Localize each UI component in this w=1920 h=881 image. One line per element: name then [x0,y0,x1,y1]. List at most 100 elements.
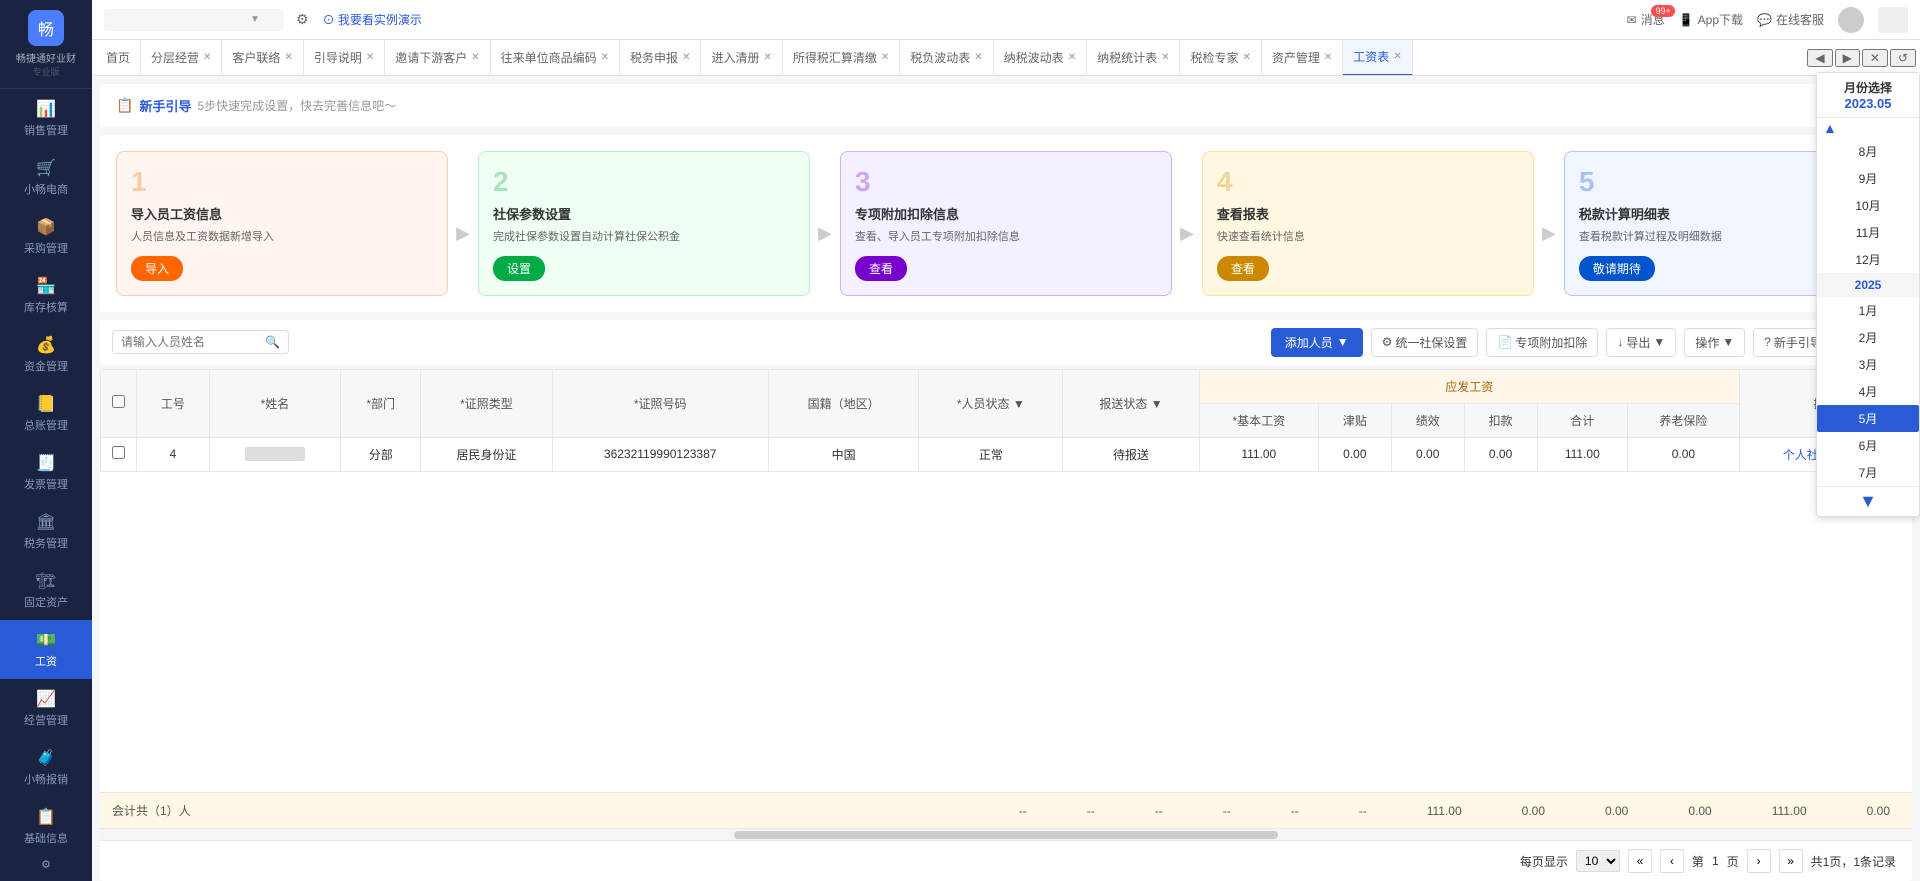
month-item-1月[interactable]: 1月 [1817,297,1919,324]
tab-close-btn[interactable]: ✕ [1243,52,1251,63]
demo-link[interactable]: 我要看实例演示 [323,11,422,28]
header-gear-icon[interactable]: ⚙ [296,11,309,28]
month-item-11月[interactable]: 11月 [1817,219,1919,246]
tab-close-btn[interactable]: ✕ [366,52,374,63]
tab-scroll-left[interactable]: ◀ [1807,49,1832,67]
sidebar-item-小畅电商[interactable]: 🛒 小畅电商 [0,148,92,207]
month-item-2025[interactable]: 2025 [1817,273,1919,297]
per-page-select[interactable]: 10 20 50 [1576,850,1620,872]
tab-scroll-right[interactable]: ▶ [1835,49,1860,67]
sidebar-item-库存核算[interactable]: 🏪 库存核算 [0,266,92,325]
online-service-btn[interactable]: 💬 在线客服 [1757,11,1824,28]
td-id-type: 居民身份证 [421,437,552,471]
tab-item-6[interactable]: 税务申报✕ [620,40,701,76]
tab-close-btn[interactable]: ✕ [1068,52,1076,63]
tab-item-0[interactable]: 首页 [96,40,141,76]
app-download-btn[interactable]: 📱 App下载 [1679,11,1743,28]
tab-item-14[interactable]: 工资表✕ [1343,40,1412,76]
tab-close-btn[interactable]: ✕ [1393,51,1401,62]
sidebar-item-发票管理[interactable]: 🧾 发票管理 [0,443,92,502]
step-action-btn[interactable]: 设置 [493,256,545,281]
action-dropdown-icon: ▼ [1722,335,1734,349]
month-item-9月[interactable]: 9月 [1817,165,1919,192]
user-menu[interactable] [1878,7,1908,33]
prev-page-btn[interactable]: ‹ [1660,849,1684,873]
month-item-4月[interactable]: 4月 [1817,378,1919,405]
tab-close-btn[interactable]: ✕ [1324,52,1332,63]
export-btn[interactable]: ↓ 导出 ▼ [1606,328,1676,357]
employee-search-input[interactable] [121,335,261,349]
sidebar-item-总账管理[interactable]: 📒 总账管理 [0,384,92,443]
tab-close-btn[interactable]: ✕ [763,52,771,63]
action-btn[interactable]: 操作 ▼ [1684,328,1745,357]
tab-item-10[interactable]: 纳税波动表✕ [994,40,1087,76]
header-search-input[interactable] [114,13,244,27]
tab-close-btn[interactable]: ✕ [881,52,889,63]
logo-text: 畅捷通好业财 [16,50,76,65]
sidebar-item-基础信息[interactable]: 📋 基础信息 [0,797,92,848]
month-item-6月[interactable]: 6月 [1817,432,1919,459]
next-page-btn[interactable]: › [1747,849,1771,873]
employee-search-wrap[interactable]: 🔍 [112,330,289,354]
month-item-12月[interactable]: 12月 [1817,246,1919,273]
tab-close-btn[interactable]: ✕ [682,52,690,63]
tab-close-btn[interactable]: ✕ [471,52,479,63]
month-item-5月[interactable]: 5月 [1817,405,1919,432]
message-btn[interactable]: ✉ 消息 99+ [1627,11,1665,28]
tab-close-btn[interactable]: ✕ [1161,52,1169,63]
month-picker-up[interactable]: ▲ [1823,120,1837,136]
tab-item-8[interactable]: 所得税汇算清缴✕ [783,40,900,76]
sidebar-item-采购管理[interactable]: 📦 采购管理 [0,207,92,266]
horizontal-scrollbar[interactable] [100,828,1912,840]
tab-close-btn[interactable]: ✕ [284,52,292,63]
month-item-8月[interactable]: 8月 [1817,138,1919,165]
tab-item-11[interactable]: 纳税统计表✕ [1087,40,1180,76]
sidebar-item-销售管理[interactable]: 📊 销售管理 [0,89,92,148]
tab-item-4[interactable]: 邀请下游客户✕ [385,40,490,76]
row-checkbox[interactable] [112,446,125,459]
step-action-btn[interactable]: 查看 [1217,256,1269,281]
tab-close-btn[interactable]: ✕ [601,52,609,63]
version-label: 专业版 [32,65,59,78]
last-page-btn[interactable]: » [1779,849,1803,873]
month-item-3月[interactable]: 3月 [1817,351,1919,378]
sidebar-item-资金管理[interactable]: 💰 资金管理 [0,325,92,384]
step-action-btn[interactable]: 导入 [131,256,183,281]
user-avatar[interactable] [1838,7,1864,33]
sidebar-item-小畅报销[interactable]: 🧳 小畅报销 [0,738,92,797]
tab-close-btn[interactable]: ✕ [974,52,982,63]
month-item-10月[interactable]: 10月 [1817,192,1919,219]
tab-item-7[interactable]: 进入清册✕ [701,40,782,76]
month-item-7月[interactable]: 7月 [1817,459,1919,486]
app-icon: 📱 [1679,13,1694,27]
tab-item-12[interactable]: 税检专家✕ [1180,40,1261,76]
addon-deduction-btn[interactable]: 📄 专项附加扣除 [1486,328,1598,357]
sidebar-settings[interactable]: ⚙ [0,848,92,881]
header-dropdown-icon[interactable]: ▼ [250,14,260,25]
social-insurance-btn[interactable]: ⚙ 统一社保设置 [1371,328,1479,357]
month-picker-down[interactable]: ▼ [1859,491,1877,512]
tab-close-all[interactable]: ✕ [1862,49,1888,67]
tab-item-3[interactable]: 引导说明✕ [304,40,385,76]
tab-refresh[interactable]: ↺ [1890,49,1916,67]
select-all-checkbox[interactable] [112,395,125,408]
month-item-2月[interactable]: 2月 [1817,324,1919,351]
scrollbar-thumb[interactable] [734,831,1278,839]
sidebar-item-税务管理[interactable]: 🏛 税务管理 [0,502,92,561]
step-action-btn[interactable]: 查看 [855,256,907,281]
month-picker-year: 2023.05 [1825,96,1911,111]
tab-item-9[interactable]: 税负波动表✕ [900,40,993,76]
tab-close-btn[interactable]: ✕ [203,52,211,63]
tab-item-13[interactable]: 资产管理✕ [1262,40,1343,76]
sidebar-label: 发票管理 [24,476,68,492]
add-employee-btn[interactable]: 添加人员 ▼ [1271,328,1363,357]
step-action-btn[interactable]: 敬请期待 [1579,256,1655,281]
tab-item-5[interactable]: 往来单位商品编码✕ [491,40,620,76]
tab-item-2[interactable]: 客户联络✕ [222,40,303,76]
first-page-btn[interactable]: « [1628,849,1652,873]
sidebar-item-工资[interactable]: 💵 工资 [0,620,92,679]
header-search-wrap[interactable]: ▼ [104,9,284,31]
tab-item-1[interactable]: 分层经营✕ [141,40,222,76]
sidebar-item-经营管理[interactable]: 📈 经营管理 [0,679,92,738]
sidebar-item-固定资产[interactable]: 🏗 固定资产 [0,561,92,620]
